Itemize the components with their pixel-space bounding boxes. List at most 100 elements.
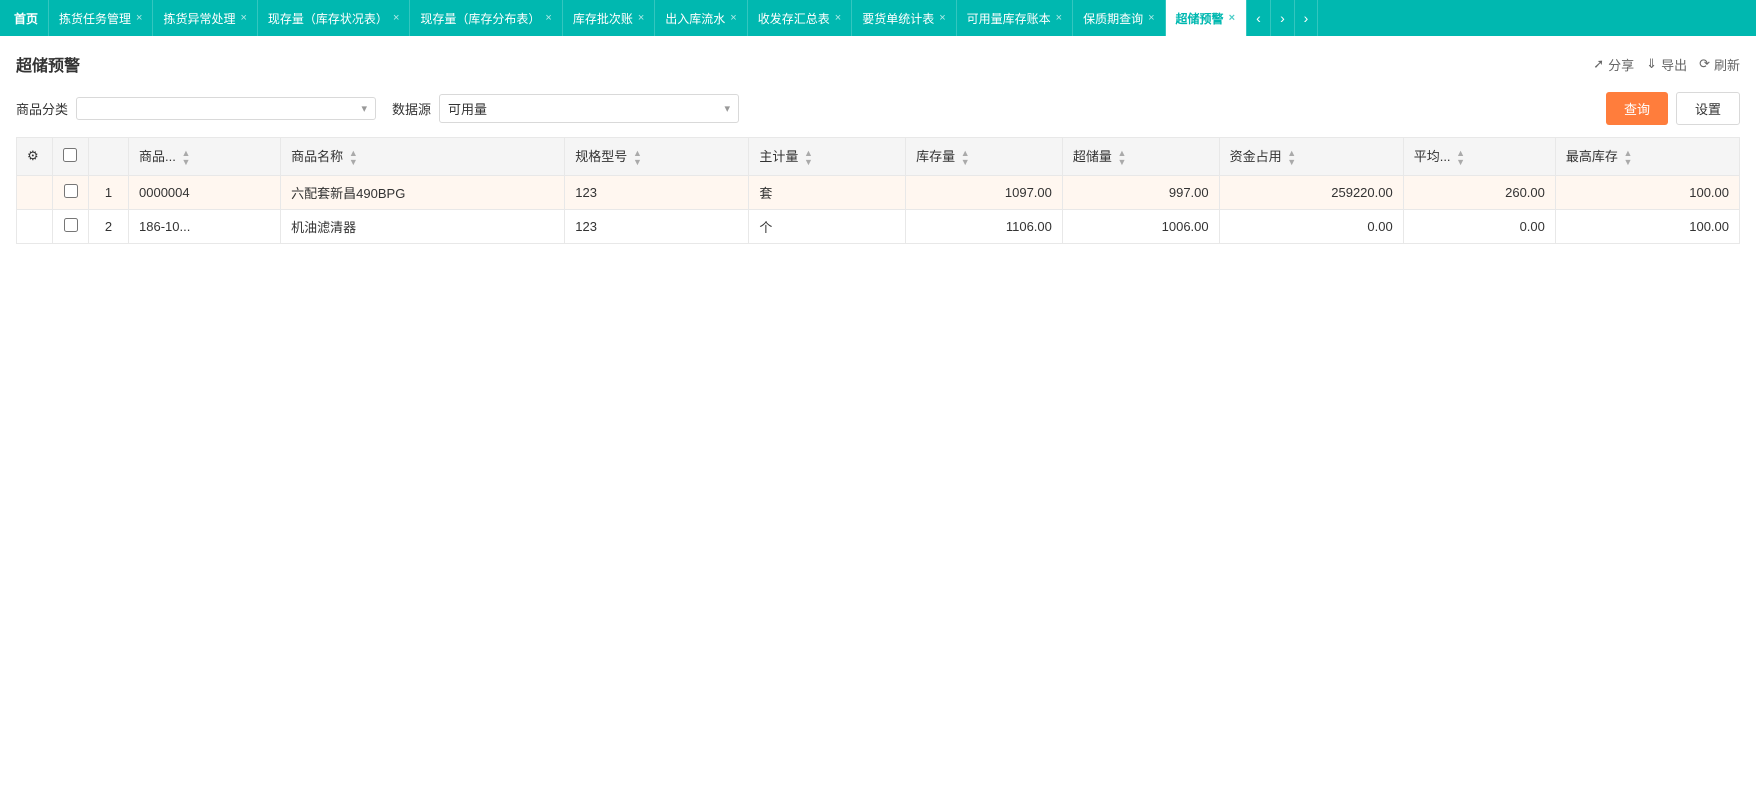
filter-actions: 查询 设置 [1606,92,1740,125]
nav-tab-1[interactable]: 拣货任务管理 × [49,0,153,36]
cell-max-stock: 100.00 [1555,175,1739,209]
cell-product-code: 186-10... [129,209,281,243]
close-icon[interactable]: × [835,12,841,24]
cell-spec: 123 [565,175,749,209]
close-icon[interactable]: × [393,12,399,24]
cell-overstock: 997.00 [1062,175,1219,209]
th-avg[interactable]: 平均... ▲▼ [1403,138,1555,176]
refresh-button[interactable]: ⟳ 刷新 [1699,55,1740,74]
table-row: 2 186-10... 机油滤清器 123 个 1106.00 1006.00 … [17,209,1740,243]
th-spec[interactable]: 规格型号 ▲▼ [565,138,749,176]
close-icon[interactable]: × [1056,12,1062,24]
chevron-down-icon: ▾ [725,102,731,115]
cell-avg: 260.00 [1403,175,1555,209]
nav-tab-2[interactable]: 拣货异常处理 × [153,0,257,36]
close-icon[interactable]: × [240,12,246,24]
nav-tab-10[interactable]: 保质期查询 × [1073,0,1165,36]
top-nav: 首页 拣货任务管理 × 拣货异常处理 × 现存量（库存状况表） × 现存量（库存… [0,0,1756,36]
nav-tab-7[interactable]: 收发存汇总表 × [748,0,852,36]
sort-arrows-icon: ▲▼ [961,149,970,167]
nav-tab-6[interactable]: 出入库流水 × [655,0,747,36]
nav-next-button[interactable]: › [1270,0,1294,36]
sort-arrows-icon: ▲▼ [633,149,642,167]
cell-product-name: 六配套新昌490BPG [281,175,565,209]
cell-stock: 1106.00 [906,209,1063,243]
nav-tab-9[interactable]: 可用量库存账本 × [957,0,1073,36]
cell-product-name: 机油滤清器 [281,209,565,243]
product-category-label: 商品分类 [16,99,68,118]
th-checkbox[interactable] [53,138,89,176]
page-content: 超储预警 ➚ 分享 ⇓ 导出 ⟳ 刷新 商品分类 ▾ 数据源 [0,36,1756,800]
nav-tab-3[interactable]: 现存量（库存状况表） × [258,0,410,36]
product-category-filter: 商品分类 ▾ [16,97,376,120]
row-checkbox-cell[interactable] [53,209,89,243]
cell-stock: 1097.00 [906,175,1063,209]
table-row: 1 0000004 六配套新昌490BPG 123 套 1097.00 997.… [17,175,1740,209]
share-button[interactable]: ➚ 分享 [1593,55,1634,74]
sort-arrows-icon: ▲▼ [349,149,358,167]
data-source-label: 数据源 [392,99,431,118]
cell-product-code: 0000004 [129,175,281,209]
row-number: 2 [89,209,129,243]
th-unit[interactable]: 主计量 ▲▼ [749,138,906,176]
row-checkbox[interactable] [64,184,78,198]
row-checkbox[interactable] [64,218,78,232]
nav-tab-11-active[interactable]: 超储预警 × [1166,0,1246,36]
row-checkbox-cell[interactable] [53,175,89,209]
cell-capital: 259220.00 [1219,175,1403,209]
th-row-num [89,138,129,176]
data-source-filter: 数据源 可用量 ▾ [392,94,739,123]
close-icon[interactable]: × [638,12,644,24]
close-icon[interactable]: × [1229,12,1235,24]
th-product-code[interactable]: 商品... ▲▼ [129,138,281,176]
settings-button[interactable]: 设置 [1676,92,1740,125]
select-all-checkbox[interactable] [63,148,77,162]
nav-tab-4[interactable]: 现存量（库存分布表） × [410,0,562,36]
data-source-value: 可用量 [448,99,487,118]
cell-unit: 套 [749,175,906,209]
sort-arrows-icon: ▲▼ [1118,149,1127,167]
cell-spec: 123 [565,209,749,243]
th-product-name[interactable]: 商品名称 ▲▼ [281,138,565,176]
export-icon: ⇓ [1646,56,1657,72]
th-stock[interactable]: 库存量 ▲▼ [906,138,1063,176]
close-icon[interactable]: × [1148,12,1154,24]
close-icon[interactable]: × [730,12,736,24]
sort-arrows-icon: ▲▼ [1456,149,1465,167]
close-icon[interactable]: × [136,12,142,24]
cell-unit: 个 [749,209,906,243]
nav-more-button[interactable]: › [1294,0,1318,36]
th-overstock[interactable]: 超储量 ▲▼ [1062,138,1219,176]
nav-tab-home[interactable]: 首页 [4,0,49,36]
row-gear-cell [17,175,53,209]
chevron-down-icon: ▾ [361,102,367,115]
th-max-stock[interactable]: 最高库存 ▲▼ [1555,138,1739,176]
query-button[interactable]: 查询 [1606,92,1668,125]
page-header: 超储预警 ➚ 分享 ⇓ 导出 ⟳ 刷新 [16,52,1740,76]
cell-avg: 0.00 [1403,209,1555,243]
close-icon[interactable]: × [939,12,945,24]
page-title: 超储预警 [16,52,80,76]
sort-arrows-icon: ▲▼ [181,149,190,167]
sort-arrows-icon: ▲▼ [804,149,813,167]
gear-icon[interactable]: ⚙ [27,148,39,163]
cell-overstock: 1006.00 [1062,209,1219,243]
nav-prev-button[interactable]: ‹ [1246,0,1270,36]
filter-row: 商品分类 ▾ 数据源 可用量 ▾ 查询 设置 [16,92,1740,125]
sort-arrows-icon: ▲▼ [1287,149,1296,167]
sort-arrows-icon: ▲▼ [1624,149,1633,167]
th-gear[interactable]: ⚙ [17,138,53,176]
product-category-select[interactable]: ▾ [76,97,376,120]
export-button[interactable]: ⇓ 导出 [1646,55,1687,74]
row-number: 1 [89,175,129,209]
row-gear-cell [17,209,53,243]
data-source-select[interactable]: 可用量 ▾ [439,94,739,123]
cell-max-stock: 100.00 [1555,209,1739,243]
nav-tab-5[interactable]: 库存批次账 × [563,0,655,36]
th-capital[interactable]: 资金占用 ▲▼ [1219,138,1403,176]
close-icon[interactable]: × [545,12,551,24]
nav-tab-8[interactable]: 要货单统计表 × [852,0,956,36]
share-icon: ➚ [1593,56,1604,72]
refresh-icon: ⟳ [1699,56,1710,72]
cell-capital: 0.00 [1219,209,1403,243]
